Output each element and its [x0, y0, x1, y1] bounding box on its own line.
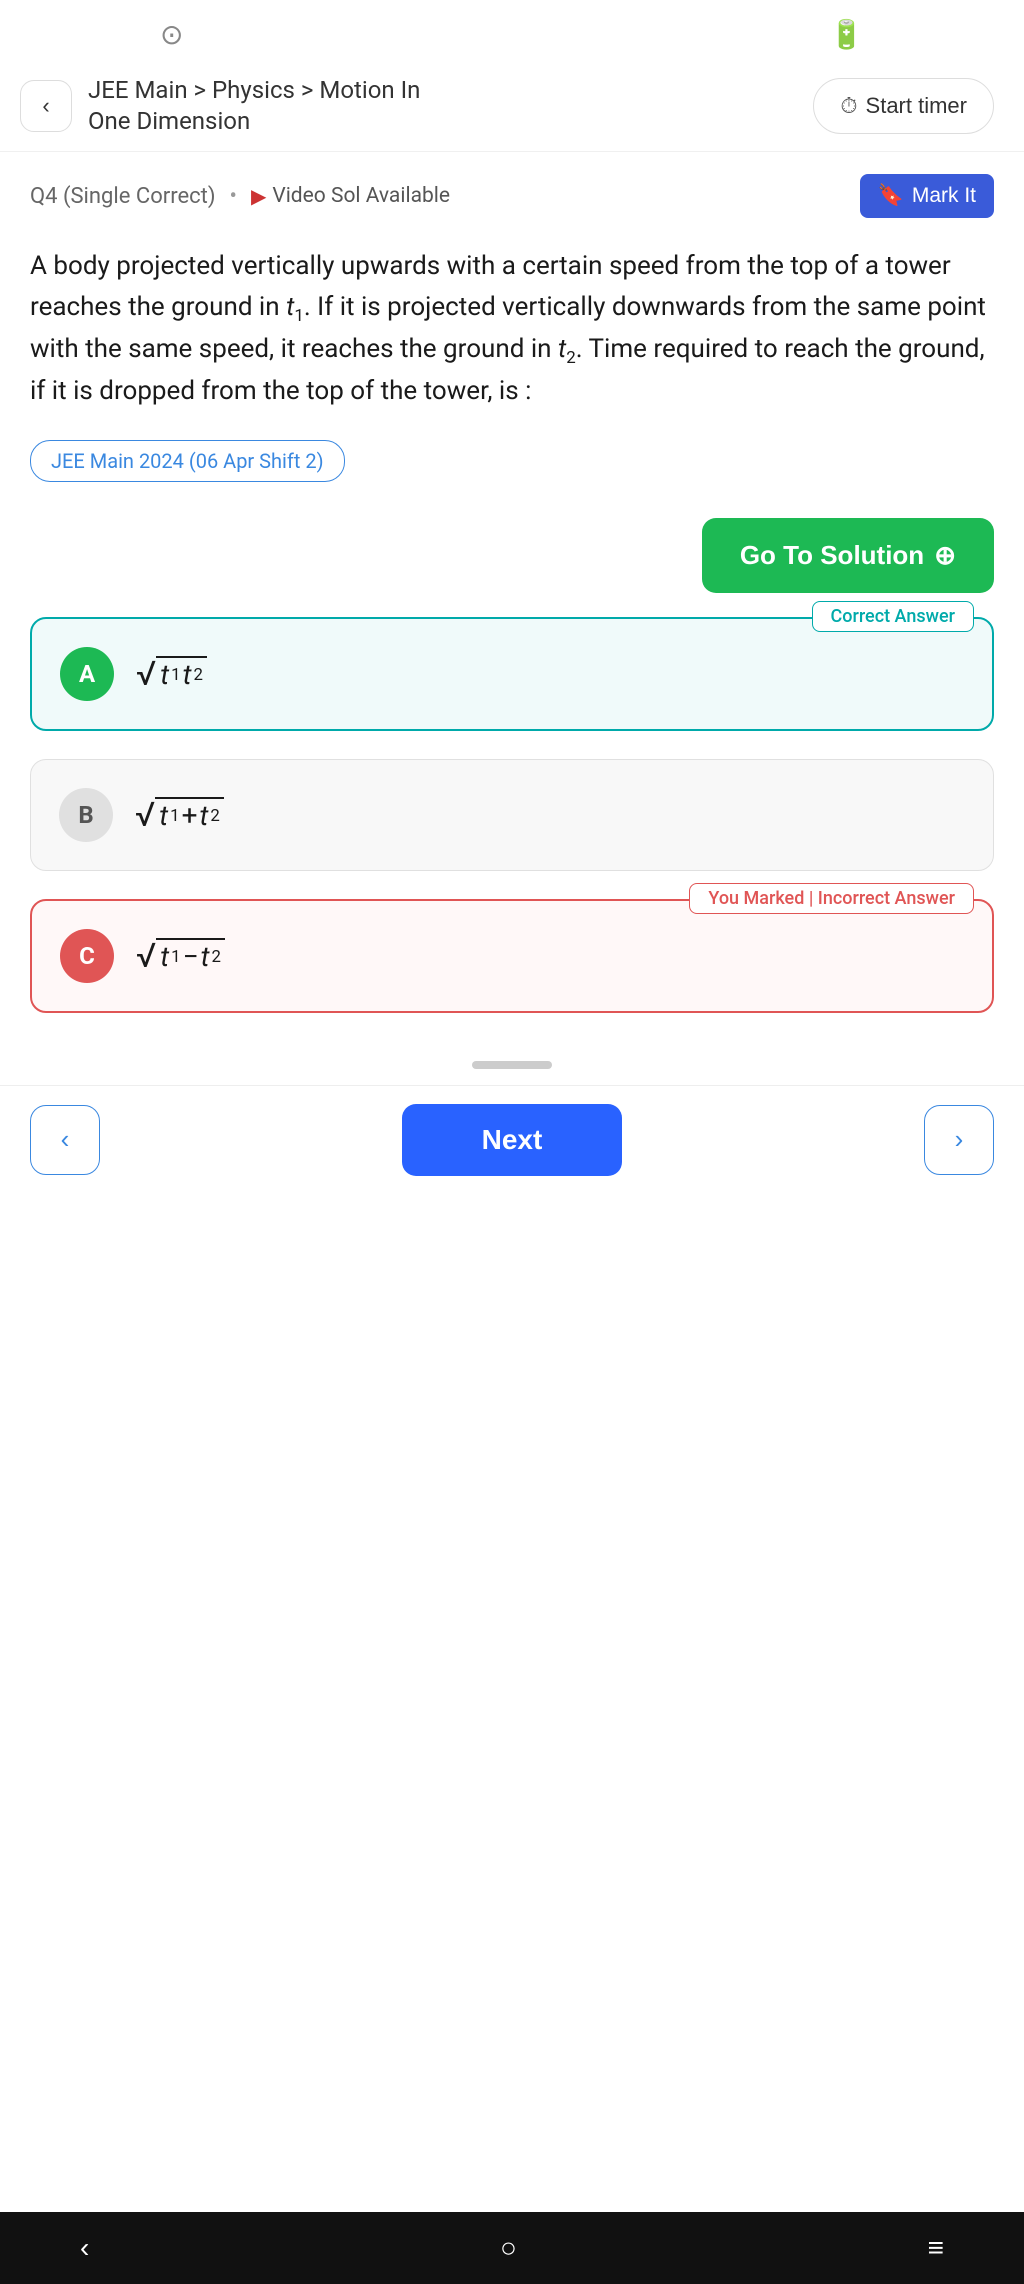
system-back-button[interactable]: ‹: [80, 2232, 89, 2264]
options-container: Correct Answer A √ t1t2 B √ t1 + t: [0, 617, 1024, 1061]
go-to-solution-wrapper: Go To Solution ⊕: [0, 502, 1024, 617]
camera-icon: ⊙: [160, 18, 183, 51]
option-a-card[interactable]: A √ t1t2: [30, 617, 994, 731]
option-a-circle: A: [60, 647, 114, 701]
mark-it-label: Mark It: [912, 184, 976, 208]
dot-separator: •: [230, 184, 237, 209]
forward-button[interactable]: ›: [924, 1105, 994, 1175]
prev-arrow-icon: ‹: [61, 1124, 70, 1155]
download-circle-icon: ⊕: [934, 540, 956, 571]
bookmark-icon: 🔖: [878, 184, 904, 208]
forward-arrow-icon: ›: [955, 1124, 964, 1155]
option-c-circle: C: [60, 929, 114, 983]
system-home-button[interactable]: ○: [500, 2232, 517, 2264]
incorrect-answer-tag: You Marked | Incorrect Answer: [689, 883, 974, 914]
option-c-wrapper: You Marked | Incorrect Answer C √ t1 − t…: [30, 899, 994, 1013]
go-to-solution-button[interactable]: Go To Solution ⊕: [702, 518, 994, 593]
mark-it-button[interactable]: 🔖 Mark It: [860, 174, 994, 218]
breadcrumb: JEE Main > Physics > Motion In One Dimen…: [88, 75, 797, 137]
option-b-card[interactable]: B √ t1 + t2: [30, 759, 994, 871]
correct-answer-tag: Correct Answer: [812, 601, 974, 632]
video-label: Video Sol Available: [272, 184, 450, 208]
video-badge: ▶ Video Sol Available: [251, 184, 450, 208]
exam-tag: JEE Main 2024 (06 Apr Shift 2): [30, 440, 345, 482]
option-b-circle: B: [59, 788, 113, 842]
battery-icon: 🔋: [829, 18, 864, 51]
scroll-pill: [472, 1061, 552, 1069]
option-a-math: √ t1t2: [136, 656, 207, 692]
question-meta: Q4 (Single Correct) • ▶ Video Sol Availa…: [0, 152, 1024, 228]
question-type-label: Q4 (Single Correct): [30, 184, 216, 209]
nav-bar: ‹ JEE Main > Physics > Motion In One Dim…: [0, 61, 1024, 152]
go-to-solution-label: Go To Solution: [740, 540, 924, 571]
option-a-wrapper: Correct Answer A √ t1t2: [30, 617, 994, 731]
back-button[interactable]: ‹: [20, 80, 72, 132]
start-timer-label: Start timer: [866, 93, 967, 119]
back-arrow-icon: ‹: [42, 93, 49, 119]
status-bar: ⊙ 🔋: [0, 0, 1024, 61]
prev-button[interactable]: ‹: [30, 1105, 100, 1175]
question-text: A body projected vertically upwards with…: [0, 228, 1024, 431]
option-b-math: √ t1 + t2: [135, 797, 224, 833]
video-icon: ▶: [251, 184, 266, 208]
option-c-card[interactable]: C √ t1 − t2: [30, 899, 994, 1013]
system-bar: ‹ ○ ≡: [0, 2212, 1024, 2284]
option-c-math: √ t1 − t2: [136, 938, 225, 974]
timer-icon: ⏱: [840, 93, 857, 119]
system-menu-button[interactable]: ≡: [928, 2232, 944, 2264]
bottom-nav: ‹ Next ›: [0, 1085, 1024, 1194]
start-timer-button[interactable]: ⏱ Start timer: [813, 78, 994, 134]
next-button[interactable]: Next: [402, 1104, 623, 1176]
scroll-indicator: [0, 1061, 1024, 1069]
option-b-wrapper: B √ t1 + t2: [30, 759, 994, 871]
